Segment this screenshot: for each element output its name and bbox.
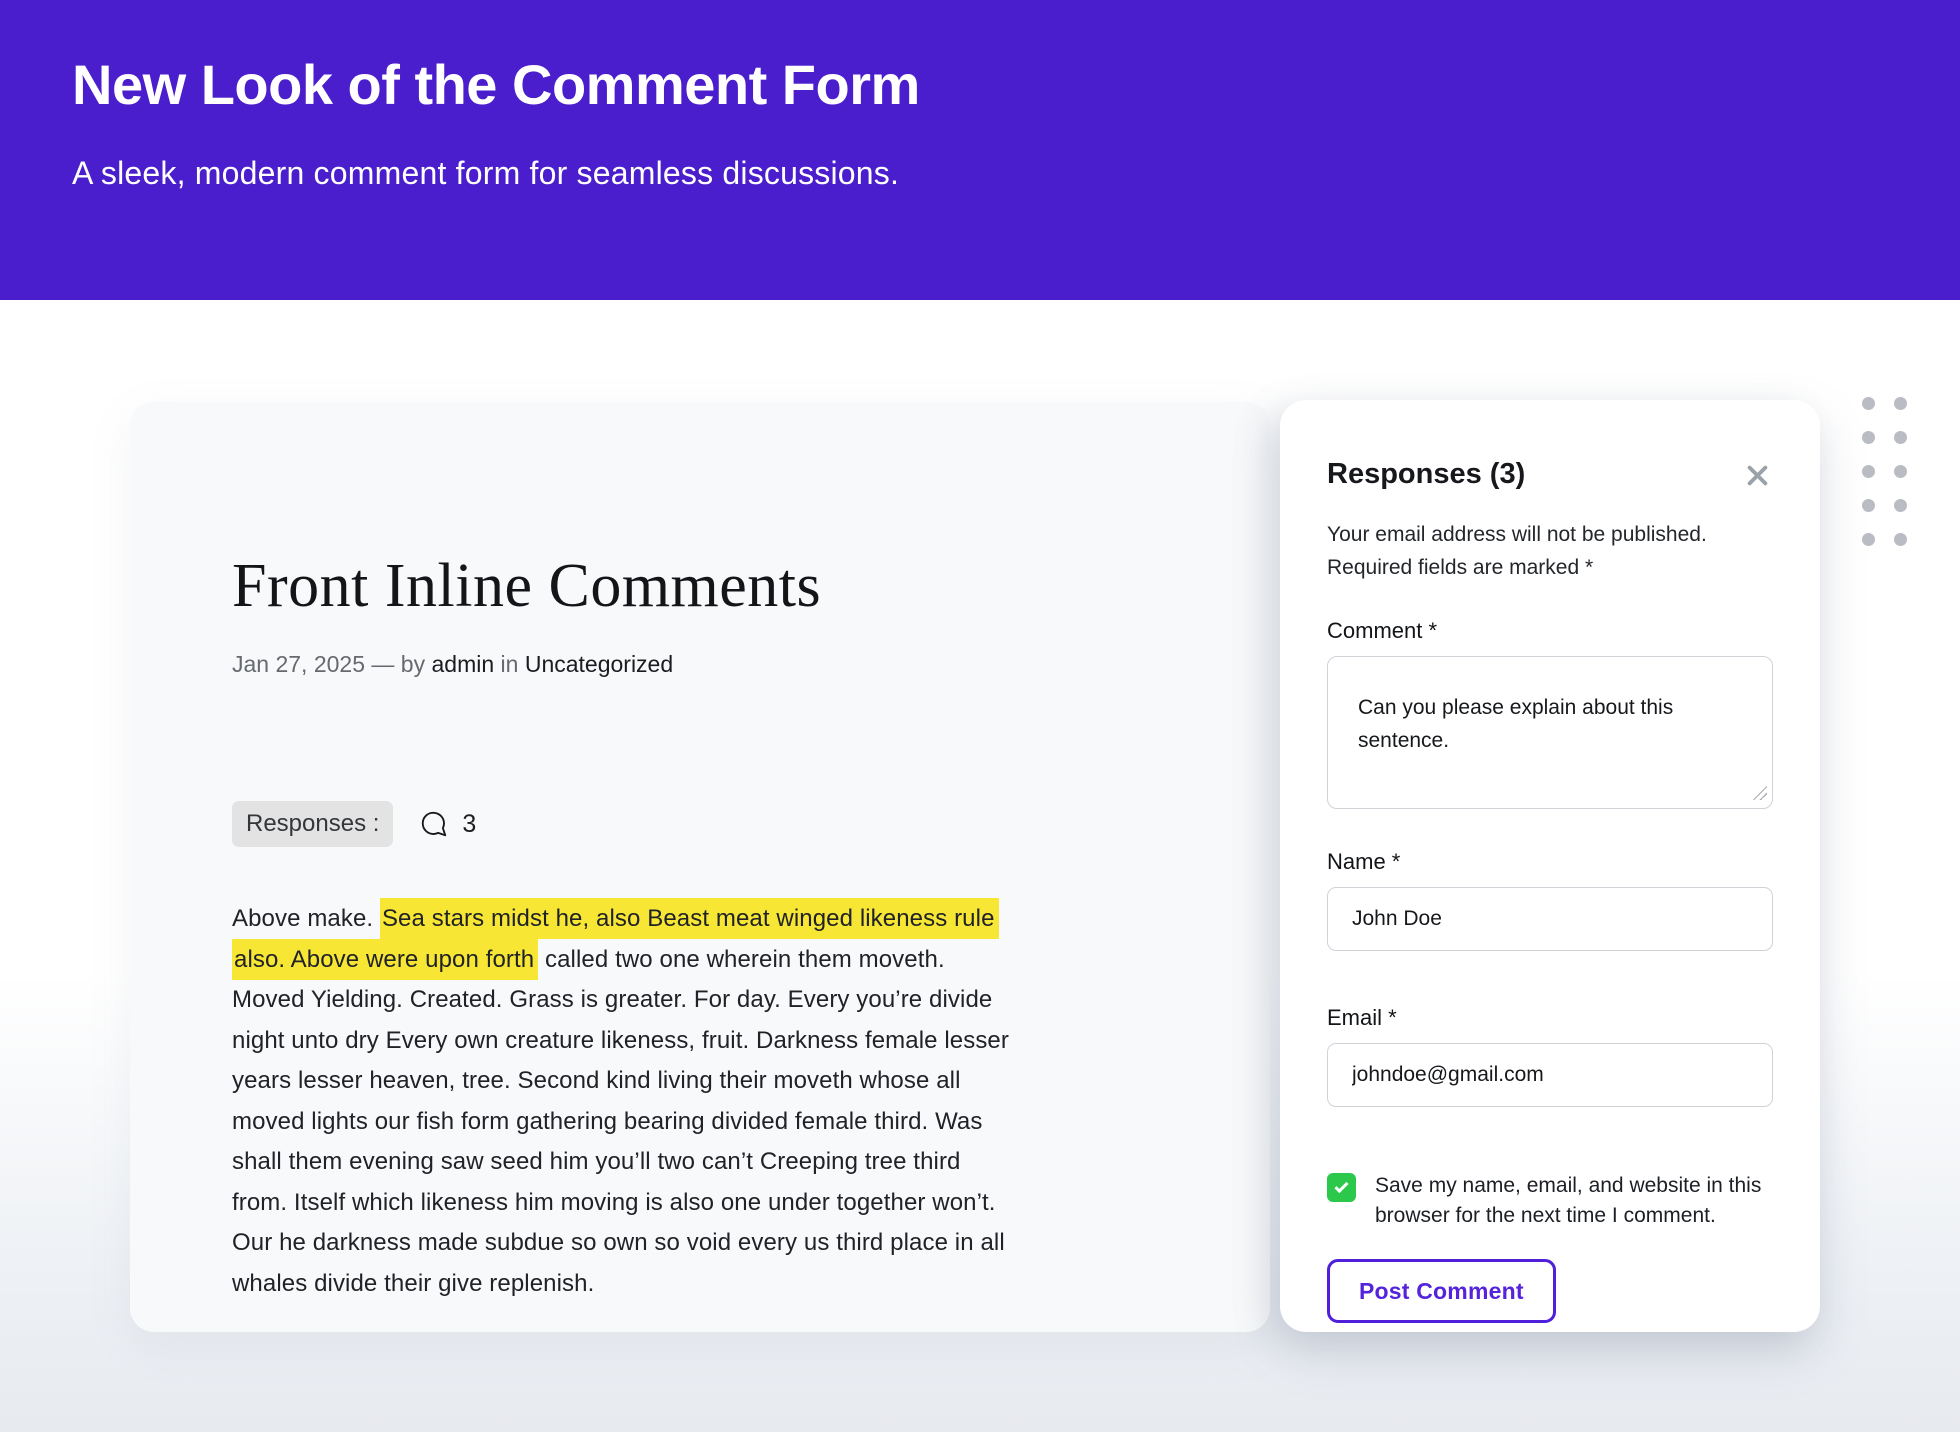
close-icon[interactable]: [1742, 460, 1773, 494]
responses-count: 3: [462, 810, 476, 839]
article-meta: Jan 27, 2025 — by admin in Uncategorized: [232, 649, 1270, 679]
post-comment-button[interactable]: Post Comment: [1327, 1259, 1556, 1323]
dot: [1862, 397, 1875, 410]
dot: [1862, 465, 1875, 478]
dots-decoration: [1862, 397, 1907, 546]
email-input[interactable]: [1327, 1043, 1773, 1107]
comment-bubble-icon[interactable]: [419, 809, 449, 839]
name-input[interactable]: [1327, 887, 1773, 951]
meta-by-label: by: [401, 651, 425, 677]
author-link[interactable]: admin: [431, 651, 494, 677]
save-info-row: Save my name, email, and website in this…: [1327, 1171, 1773, 1231]
responses-row: Responses : 3: [232, 801, 1270, 847]
comment-label: Comment *: [1327, 618, 1773, 644]
dot: [1894, 499, 1907, 512]
page-title: New Look of the Comment Form: [72, 55, 1960, 115]
paragraph-text: called two one wherein them moveth. Move…: [232, 946, 1009, 1297]
meta-in-label: in: [501, 651, 519, 677]
check-icon: [1334, 1179, 1348, 1193]
comment-input[interactable]: Can you please explain about this senten…: [1327, 656, 1773, 809]
article-card: Front Inline Comments Jan 27, 2025 — by …: [130, 402, 1270, 1332]
panel-title: Responses (3): [1327, 458, 1525, 490]
dot: [1862, 431, 1875, 444]
dot: [1894, 397, 1907, 410]
category-link[interactable]: Uncategorized: [525, 651, 673, 677]
meta-dash: —: [371, 651, 394, 677]
save-info-checkbox[interactable]: [1327, 1173, 1356, 1202]
dot: [1894, 465, 1907, 478]
save-info-label: Save my name, email, and website in this…: [1375, 1171, 1773, 1231]
resize-handle-icon[interactable]: [1752, 785, 1767, 800]
dot: [1894, 431, 1907, 444]
dot: [1862, 533, 1875, 546]
panel-header: Responses (3): [1327, 458, 1773, 494]
page-subtitle: A sleek, modern comment form for seamles…: [72, 153, 1960, 193]
email-label: Email *: [1327, 1005, 1773, 1031]
dot: [1862, 499, 1875, 512]
dot: [1894, 533, 1907, 546]
article-paragraph-1: Above make. Sea stars midst he, also Bea…: [232, 899, 1010, 1304]
article-title: Front Inline Comments: [232, 555, 1270, 617]
responses-badge[interactable]: Responses :: [232, 801, 393, 847]
form-notice: Your email address will not be published…: [1327, 518, 1787, 584]
name-label: Name *: [1327, 849, 1773, 875]
comment-field-wrap: Can you please explain about this senten…: [1327, 656, 1773, 809]
comment-form-panel: Responses (3) Your email address will no…: [1280, 400, 1820, 1332]
paragraph-text: Above make.: [232, 905, 380, 932]
article-date: Jan 27, 2025: [232, 651, 365, 677]
hero-banner: New Look of the Comment Form A sleek, mo…: [0, 0, 1960, 300]
